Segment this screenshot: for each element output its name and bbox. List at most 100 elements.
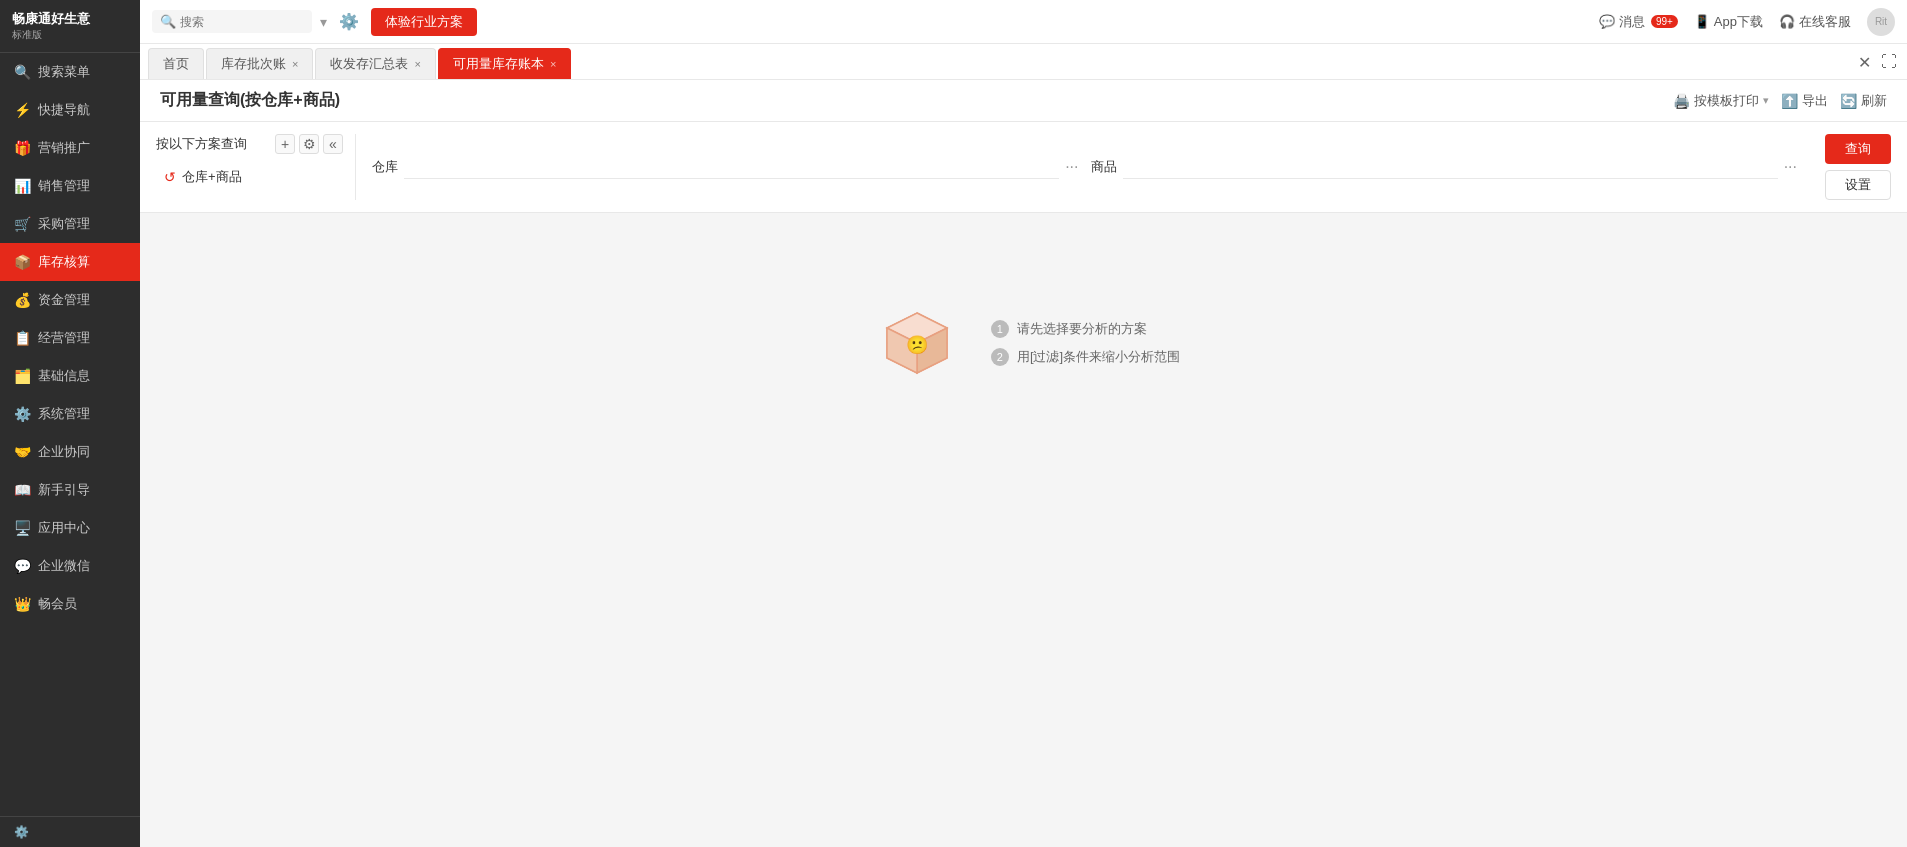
collapse-button[interactable]: « <box>323 134 343 154</box>
sidebar-item-sales[interactable]: 📊 销售管理 <box>0 167 140 205</box>
export-icon: ⬆️ <box>1781 93 1798 109</box>
tab-available-ledger[interactable]: 可用量库存账本 × <box>438 48 571 79</box>
money-icon: 💰 <box>14 292 30 308</box>
sidebar-item-finance[interactable]: 💰 资金管理 <box>0 281 140 319</box>
search-input[interactable] <box>180 15 300 29</box>
tab-home-label: 首页 <box>163 55 189 73</box>
print-template-label: 按模板打印 <box>1694 92 1759 110</box>
sidebar-nav: 🔍 搜索菜单 ⚡ 快捷导航 🎁 营销推广 📊 销售管理 🛒 采购管理 📦 库存核… <box>0 53 140 816</box>
chat-icon: 💬 <box>14 558 30 574</box>
scheme-warehouse-goods[interactable]: ↺ 仓库+商品 <box>156 162 343 192</box>
sidebar-item-system[interactable]: ⚙️ 系统管理 <box>0 395 140 433</box>
sidebar-item-search[interactable]: 🔍 搜索菜单 <box>0 53 140 91</box>
message-button[interactable]: 💬 消息 99+ <box>1599 13 1678 31</box>
tab-available-ledger-label: 可用量库存账本 <box>453 55 544 73</box>
add-scheme-button[interactable]: + <box>275 134 295 154</box>
print-dropdown-icon[interactable]: ▾ <box>1763 94 1769 107</box>
settings-bottom-icon: ⚙️ <box>14 825 29 839</box>
refresh-label: 刷新 <box>1861 92 1887 110</box>
refresh-button[interactable]: 🔄 刷新 <box>1840 92 1887 110</box>
user-avatar[interactable]: Rit <box>1867 8 1895 36</box>
hint-text-1: 请先选择要分析的方案 <box>1017 320 1147 338</box>
hint-item-1: 1 请先选择要分析的方案 <box>991 320 1180 338</box>
dropdown-arrow-icon[interactable]: ▾ <box>320 14 327 30</box>
sidebar-item-label: 采购管理 <box>38 215 90 233</box>
filter-scheme-label: 按以下方案查询 <box>156 135 247 153</box>
filter-scheme-header: 按以下方案查询 + ⚙ « <box>156 134 343 154</box>
message-icon: 💬 <box>1599 14 1615 29</box>
sidebar-item-label: 系统管理 <box>38 405 90 423</box>
goods-more-icon[interactable]: ··· <box>1784 158 1797 176</box>
tab-batch-ledger[interactable]: 库存批次账 × <box>206 48 313 79</box>
sidebar-item-member[interactable]: 👑 畅会员 <box>0 585 140 623</box>
topbar: 🔍 ▾ ⚙️ 体验行业方案 💬 消息 99+ 📱 App下载 🎧 在线客服 Ri… <box>140 0 1907 44</box>
tab-available-ledger-close[interactable]: × <box>550 58 556 70</box>
refresh-icon: 🔄 <box>1840 93 1857 109</box>
tab-receive-summary-label: 收发存汇总表 <box>330 55 408 73</box>
app-download-button[interactable]: 📱 App下载 <box>1694 13 1763 31</box>
app-download-label: App下载 <box>1714 13 1763 31</box>
print-template-button[interactable]: 🖨️ 按模板打印 ▾ <box>1673 92 1769 110</box>
filter-left: 按以下方案查询 + ⚙ « ↺ 仓库+商品 <box>156 134 356 200</box>
online-service-label: 在线客服 <box>1799 13 1851 31</box>
search-icon: 🔍 <box>14 64 30 80</box>
empty-hints: 1 请先选择要分析的方案 2 用[过滤]条件来缩小分析范围 <box>991 320 1180 366</box>
query-button[interactable]: 查询 <box>1825 134 1891 164</box>
empty-state-content: 😕 1 请先选择要分析的方案 2 用[过滤]条件来缩小分析范围 <box>867 293 1180 393</box>
search-icon: 🔍 <box>160 14 176 29</box>
goods-input[interactable] <box>1123 155 1778 179</box>
sidebar-item-label: 经营管理 <box>38 329 90 347</box>
box-icon: 📦 <box>14 254 30 270</box>
warehouse-input[interactable] <box>404 155 1059 179</box>
sidebar-logo: 畅康通好生意 标准版 <box>0 0 140 53</box>
message-label: 消息 <box>1619 13 1645 31</box>
sidebar-item-label: 企业微信 <box>38 557 90 575</box>
sidebar: 畅康通好生意 标准版 🔍 搜索菜单 ⚡ 快捷导航 🎁 营销推广 📊 销售管理 🛒… <box>0 0 140 847</box>
sidebar-item-wechat[interactable]: 💬 企业微信 <box>0 547 140 585</box>
sidebar-item-basic[interactable]: 🗂️ 基础信息 <box>0 357 140 395</box>
tabs-bar: 首页 库存批次账 × 收发存汇总表 × 可用量库存账本 × ✕ ⛶ <box>140 44 1907 80</box>
empty-state: 😕 1 请先选择要分析的方案 2 用[过滤]条件来缩小分析范围 <box>140 213 1907 473</box>
sidebar-item-operation[interactable]: 📋 经营管理 <box>0 319 140 357</box>
app-name: 畅康通好生意 <box>12 10 128 28</box>
sidebar-item-purchase[interactable]: 🛒 采购管理 <box>0 205 140 243</box>
page-title: 可用量查询(按仓库+商品) <box>160 90 340 111</box>
main-area: 🔍 ▾ ⚙️ 体验行业方案 💬 消息 99+ 📱 App下载 🎧 在线客服 Ri… <box>140 0 1907 847</box>
settings-button[interactable]: 设置 <box>1825 170 1891 200</box>
sidebar-item-label: 企业协同 <box>38 443 90 461</box>
hint-item-2: 2 用[过滤]条件来缩小分析范围 <box>991 348 1180 366</box>
maximize-button[interactable]: ⛶ <box>1879 50 1899 73</box>
sidebar-item-label: 搜索菜单 <box>38 63 90 81</box>
message-badge: 99+ <box>1651 15 1678 28</box>
topbar-right: 💬 消息 99+ 📱 App下载 🎧 在线客服 Rit <box>1599 8 1895 36</box>
sidebar-item-enterprise[interactable]: 🤝 企业协同 <box>0 433 140 471</box>
online-service-button[interactable]: 🎧 在线客服 <box>1779 13 1851 31</box>
filter-row-1: 仓库 ··· 商品 ··· 查询 设置 <box>372 134 1891 200</box>
tab-receive-summary-close[interactable]: × <box>414 58 420 70</box>
sidebar-item-marketing[interactable]: 🎁 营销推广 <box>0 129 140 167</box>
settings-icon[interactable]: ⚙️ <box>335 8 363 35</box>
filter-right: 仓库 ··· 商品 ··· 查询 设置 <box>356 134 1891 200</box>
sidebar-item-quick-nav[interactable]: ⚡ 快捷导航 <box>0 91 140 129</box>
topbar-search-box[interactable]: 🔍 <box>152 10 312 33</box>
sidebar-item-inventory[interactable]: 📦 库存核算 <box>0 243 140 281</box>
trial-button[interactable]: 体验行业方案 <box>371 8 477 36</box>
user-name: Rit <box>1875 16 1887 27</box>
sidebar-item-app-center[interactable]: 🖥️ 应用中心 <box>0 509 140 547</box>
filter-actions-right: 查询 设置 <box>1825 134 1891 200</box>
warehouse-more-icon[interactable]: ··· <box>1065 158 1078 176</box>
page-header-actions: 🖨️ 按模板打印 ▾ ⬆️ 导出 🔄 刷新 <box>1673 92 1887 110</box>
close-tab-button[interactable]: ✕ <box>1856 50 1873 73</box>
settings-scheme-button[interactable]: ⚙ <box>299 134 319 154</box>
export-button[interactable]: ⬆️ 导出 <box>1781 92 1828 110</box>
sidebar-item-newbie[interactable]: 📖 新手引导 <box>0 471 140 509</box>
warehouse-field: 仓库 ··· <box>372 155 1079 179</box>
tab-batch-ledger-close[interactable]: × <box>292 58 298 70</box>
print-icon: 🖨️ <box>1673 93 1690 109</box>
hint-num-2: 2 <box>991 348 1009 366</box>
tab-receive-summary[interactable]: 收发存汇总表 × <box>315 48 435 79</box>
hint-text-2: 用[过滤]条件来缩小分析范围 <box>1017 348 1180 366</box>
tab-batch-ledger-label: 库存批次账 <box>221 55 286 73</box>
svg-text:😕: 😕 <box>906 334 929 356</box>
tab-home[interactable]: 首页 <box>148 48 204 79</box>
